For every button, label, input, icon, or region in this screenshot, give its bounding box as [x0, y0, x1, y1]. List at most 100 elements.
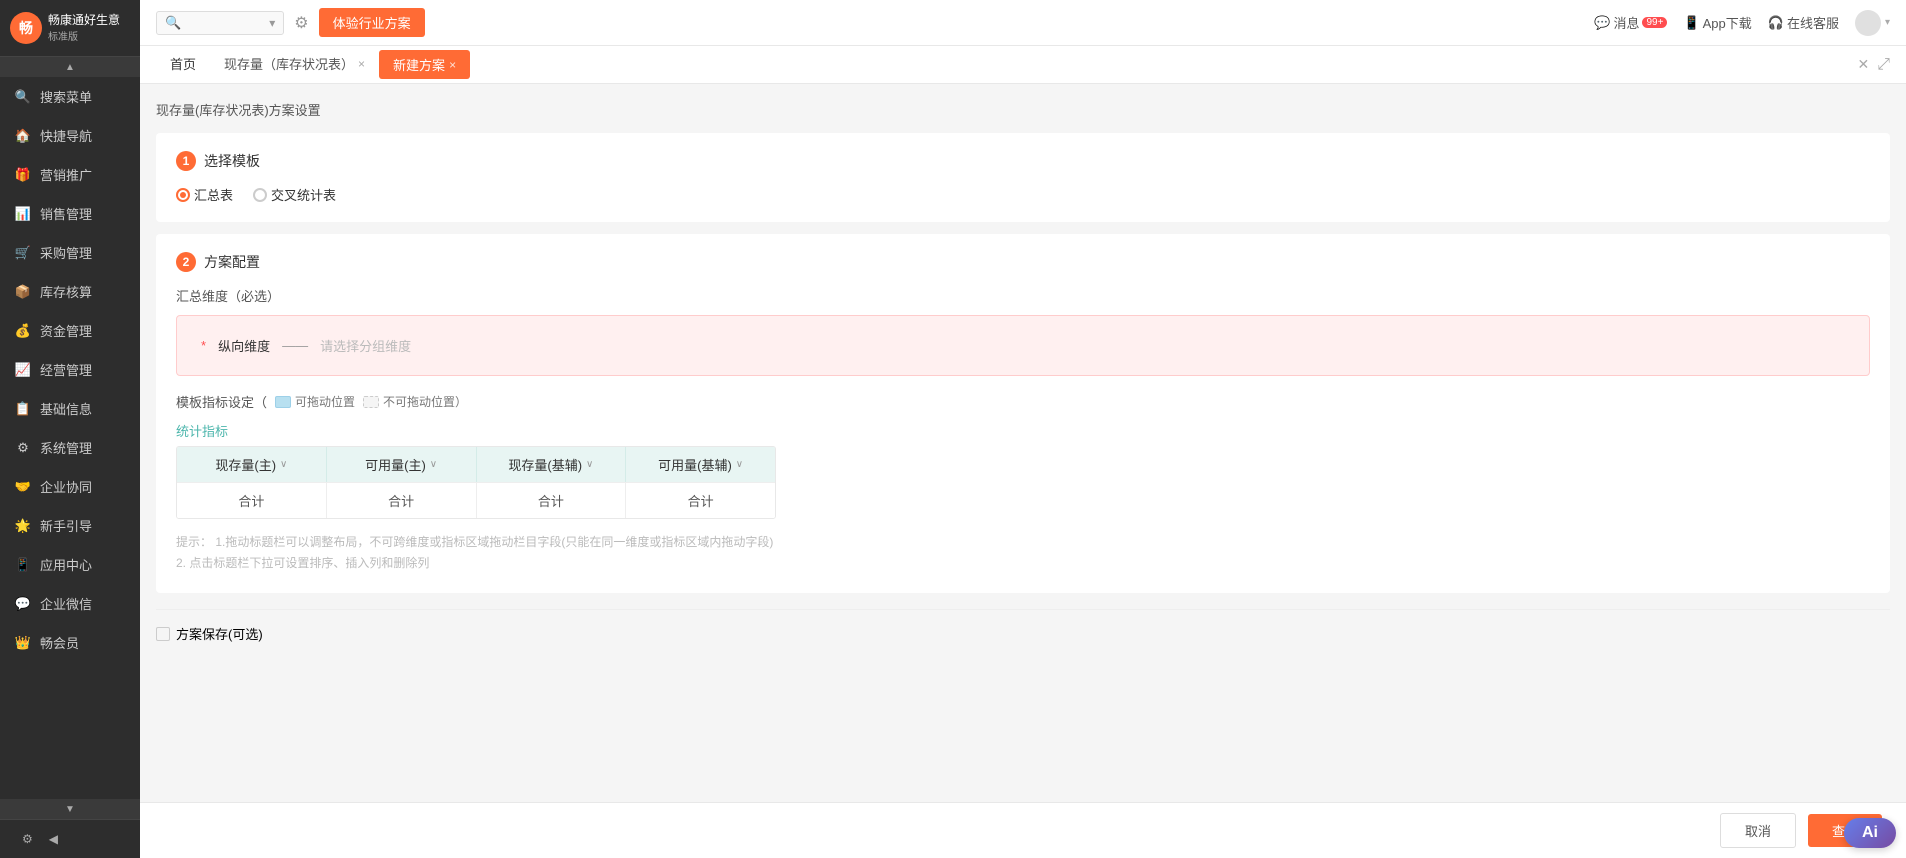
- cart-icon: 🛒: [14, 244, 32, 262]
- stats-col-2-data: 合计: [327, 482, 477, 518]
- dropdown-icon[interactable]: ▾: [269, 16, 275, 30]
- collapse-btn[interactable]: ◀: [41, 828, 66, 850]
- app-name: 畅康通好生意: [48, 13, 120, 29]
- star-icon: 🌟: [14, 517, 32, 535]
- stats-col-3-header[interactable]: 现存量(基辅) ∨: [477, 447, 627, 482]
- money-icon: 💰: [14, 322, 32, 340]
- draggable-legend-box: [275, 396, 291, 408]
- stats-col-3-label: 现存量(基辅): [508, 455, 582, 474]
- sidebar-item-marketing[interactable]: 🎁 营销推广: [0, 155, 140, 194]
- sidebar-item-guide[interactable]: 🌟 新手引导: [0, 506, 140, 545]
- service-icon: 🎧: [1768, 15, 1784, 31]
- sidebar-item-label: 销售管理: [40, 204, 92, 223]
- step1-card: 1 选择模板 汇总表 交叉统计表: [156, 133, 1890, 222]
- sidebar-item-basic[interactable]: 📋 基础信息: [0, 389, 140, 428]
- tab-new-plan[interactable]: 新建方案 ×: [379, 50, 470, 79]
- stats-col-2-header[interactable]: 可用量(主) ∨: [327, 447, 477, 482]
- message-button[interactable]: 💬 消息 99+: [1594, 13, 1667, 32]
- sidebar-item-label: 资金管理: [40, 321, 92, 340]
- sidebar-bottom: ⚙ ◀: [0, 819, 140, 858]
- app-icon: 📱: [1683, 15, 1699, 31]
- radio-dot-summary: [176, 188, 190, 202]
- stats-col-2-label: 可用量(主): [365, 455, 426, 474]
- sidebar-item-search[interactable]: 🔍 搜索菜单: [0, 77, 140, 116]
- app-download-button[interactable]: 📱 App下载: [1683, 13, 1751, 32]
- stats-col-4-label: 可用量(基辅): [658, 455, 732, 474]
- tip-2: 2. 点击标题栏下拉可设置排序、插入列和删除列: [176, 554, 1870, 571]
- try-industry-button[interactable]: 体验行业方案: [319, 8, 425, 37]
- radio-dot-cross: [253, 188, 267, 202]
- handshake-icon: 🤝: [14, 478, 32, 496]
- trend-icon: 📈: [14, 361, 32, 379]
- tab-home[interactable]: 首页: [156, 46, 210, 83]
- chevron-down-3[interactable]: ∨: [586, 459, 593, 470]
- sidebar-item-label: 营销推广: [40, 165, 92, 184]
- close-panel-icon[interactable]: ✕: [1857, 56, 1869, 73]
- message-icon: 💬: [1594, 15, 1610, 31]
- service-label: 在线客服: [1787, 13, 1839, 32]
- settings-btn[interactable]: ⚙: [14, 828, 41, 850]
- indicator-label-text: 模板指标设定（: [176, 392, 267, 411]
- app-version: 标准版: [48, 28, 120, 43]
- sidebar-item-sales[interactable]: 📊 销售管理: [0, 194, 140, 233]
- mobile-icon: 📱: [14, 556, 32, 574]
- step2-card: 2 方案配置 汇总维度（必选） * 纵向维度 —— 请选择分组维度 模板指标设定…: [156, 234, 1890, 593]
- step1-badge: 1: [176, 151, 196, 171]
- sidebar: 畅 畅康通好生意 标准版 ▲ 🔍 搜索菜单 🏠 快捷导航 🎁 营销推广 📊 销售…: [0, 0, 140, 858]
- sidebar-item-nav[interactable]: 🏠 快捷导航: [0, 116, 140, 155]
- logo-icon: 畅: [10, 12, 42, 44]
- search-input[interactable]: [185, 16, 265, 30]
- topbar-search[interactable]: 🔍 ▾: [156, 11, 284, 35]
- sidebar-logo: 畅 畅康通好生意 标准版: [0, 0, 140, 57]
- radio-cross-table[interactable]: 交叉统计表: [253, 185, 336, 204]
- step2-header: 2 方案配置: [176, 252, 1870, 272]
- radio-summary-table[interactable]: 汇总表: [176, 185, 233, 204]
- sidebar-item-vip[interactable]: 👑 畅会员: [0, 623, 140, 662]
- dimension-area[interactable]: * 纵向维度 —— 请选择分组维度: [176, 315, 1870, 376]
- list-icon: 📋: [14, 400, 32, 418]
- save-checkbox[interactable]: [156, 627, 170, 641]
- sidebar-item-wechat[interactable]: 💬 企业微信: [0, 584, 140, 623]
- customer-service-button[interactable]: 🎧 在线客服: [1768, 13, 1839, 32]
- tab-inventory-close[interactable]: ×: [358, 57, 365, 71]
- sidebar-item-label: 企业微信: [40, 594, 92, 613]
- user-menu[interactable]: ▾: [1855, 10, 1890, 36]
- sidebar-item-system[interactable]: ⚙ 系统管理: [0, 428, 140, 467]
- dim-placeholder-text: 请选择分组维度: [320, 336, 411, 355]
- expand-panel-icon[interactable]: ⤢: [1877, 56, 1890, 74]
- sidebar-item-operation[interactable]: 📈 经营管理: [0, 350, 140, 389]
- stats-col-1-header[interactable]: 现存量(主) ∨: [177, 447, 327, 482]
- tip-1: 提示： 1.拖动标题栏可以调整布局，不可跨维度或指标区域拖动栏目字段(只能在同一…: [176, 533, 1870, 550]
- message-label: 消息: [1613, 13, 1639, 32]
- cancel-button[interactable]: 取消: [1720, 813, 1796, 848]
- sidebar-item-inventory[interactable]: 📦 库存核算: [0, 272, 140, 311]
- sidebar-item-label: 经营管理: [40, 360, 92, 379]
- sidebar-scroll-down[interactable]: ▼: [0, 799, 140, 819]
- chevron-down-2[interactable]: ∨: [430, 459, 437, 470]
- tab-home-label: 首页: [170, 54, 196, 73]
- sidebar-item-apps[interactable]: 📱 应用中心: [0, 545, 140, 584]
- search-icon: 🔍: [14, 88, 32, 106]
- chevron-down-1[interactable]: ∨: [280, 459, 287, 470]
- stats-table: 现存量(主) ∨ 可用量(主) ∨ 现存量(基辅) ∨ 可用量(基辅): [176, 446, 776, 519]
- box-icon: 📦: [14, 283, 32, 301]
- crown-icon: 👑: [14, 634, 32, 652]
- sidebar-item-purchase[interactable]: 🛒 采购管理: [0, 233, 140, 272]
- chat-icon: 💬: [14, 595, 32, 613]
- sidebar-scroll-up[interactable]: ▲: [0, 57, 140, 77]
- gear-sidebar-icon: ⚙: [14, 439, 32, 457]
- ai-button[interactable]: Ai: [1844, 818, 1896, 848]
- tab-new-plan-close[interactable]: ×: [449, 58, 456, 72]
- step2-title: 方案配置: [204, 252, 260, 272]
- sidebar-item-corp[interactable]: 🤝 企业协同: [0, 467, 140, 506]
- sidebar-item-label: 快捷导航: [40, 126, 92, 145]
- app-label: App下载: [1703, 13, 1752, 32]
- stats-col-4-header[interactable]: 可用量(基辅) ∨: [626, 447, 775, 482]
- sidebar-item-label: 搜索菜单: [40, 87, 92, 106]
- topbar-gear-icon[interactable]: ⚙: [294, 13, 308, 33]
- tabs-bar: 首页 现存量（库存状况表） × 新建方案 × ✕ ⤢: [140, 46, 1906, 84]
- chevron-down-4[interactable]: ∨: [736, 459, 743, 470]
- sidebar-item-finance[interactable]: 💰 资金管理: [0, 311, 140, 350]
- message-badge: 99+: [1642, 17, 1667, 28]
- tab-inventory[interactable]: 现存量（库存状况表） ×: [210, 46, 379, 83]
